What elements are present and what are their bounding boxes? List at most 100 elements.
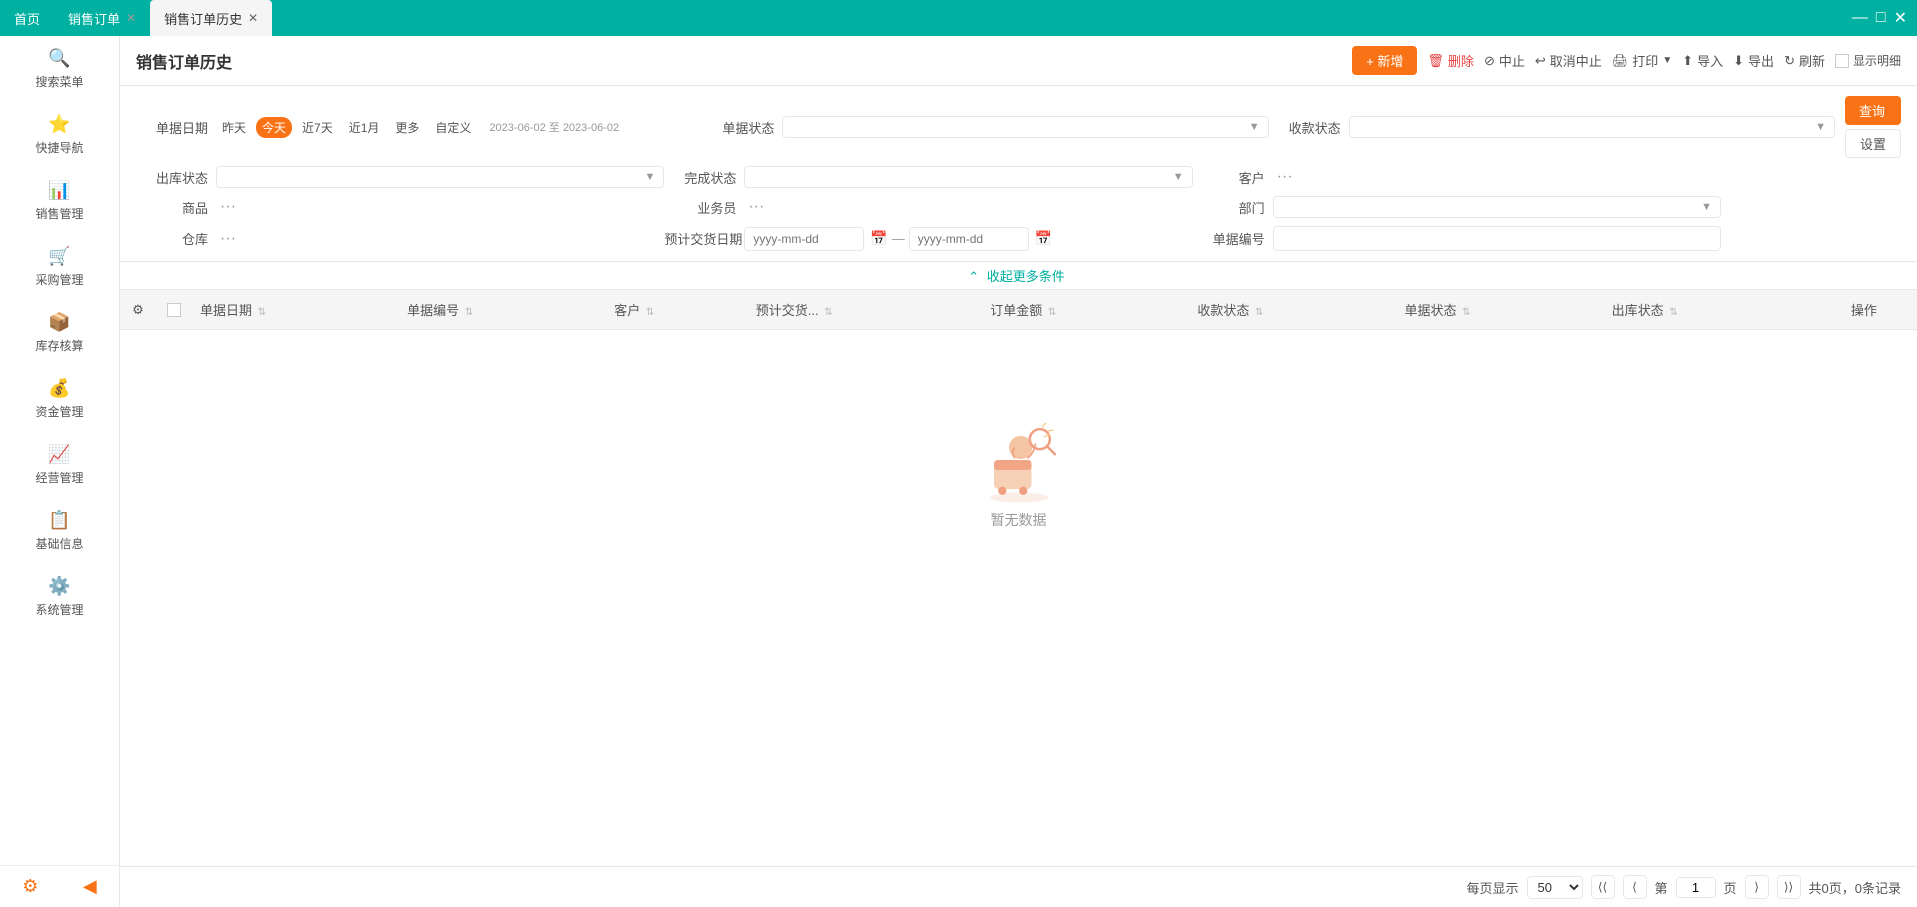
col-payment-status[interactable]: 收款状态 ⇅ bbox=[1189, 290, 1396, 330]
show-detail-checkbox[interactable] bbox=[1835, 54, 1849, 68]
quick-date-today[interactable]: 今天 bbox=[256, 117, 292, 138]
table-settings-icon[interactable]: ⚙ bbox=[132, 302, 144, 317]
import-button[interactable]: ⬆ 导入 bbox=[1682, 51, 1723, 70]
page-title: 销售订单历史 bbox=[136, 49, 232, 73]
quick-nav-icon: ⭐ bbox=[48, 114, 70, 135]
select-all-checkbox[interactable] bbox=[167, 303, 181, 317]
customer-picker[interactable]: ··· bbox=[1277, 168, 1293, 186]
close-window-icon[interactable]: ✕ bbox=[1894, 8, 1907, 28]
filter-order-no: 单据编号 bbox=[1193, 226, 1721, 251]
tab-sales-order[interactable]: 销售订单 ✕ bbox=[54, 0, 150, 36]
minimize-icon[interactable]: — bbox=[1852, 9, 1868, 27]
date-range-display: 2023-06-02 至 2023-06-02 bbox=[489, 119, 619, 135]
sort-customer-icon[interactable]: ⇅ bbox=[646, 307, 654, 318]
stop-button[interactable]: ⊘ 中止 bbox=[1484, 51, 1525, 70]
quick-date-yesterday[interactable]: 昨天 bbox=[216, 117, 252, 138]
purchase-mgmt-icon: 🛒 bbox=[48, 246, 70, 267]
col-delivery[interactable]: 预计交货... ⇅ bbox=[748, 290, 982, 330]
col-date[interactable]: 单据日期 ⇅ bbox=[192, 290, 399, 330]
collapse-bar[interactable]: ⌃ 收起更多条件 bbox=[120, 262, 1917, 290]
new-button[interactable]: + 新增 bbox=[1352, 46, 1417, 75]
calendar-start-icon[interactable]: 📅 bbox=[870, 230, 887, 247]
sort-date-icon[interactable]: ⇅ bbox=[258, 307, 266, 318]
sidebar-item-fund-mgmt[interactable]: 💰 资金管理 bbox=[0, 366, 119, 432]
export-icon: ⬇ bbox=[1733, 53, 1744, 69]
delivery-date-end[interactable] bbox=[909, 227, 1029, 251]
sidebar-item-system-mgmt[interactable]: ⚙️ 系统管理 bbox=[0, 564, 119, 630]
table-settings-col[interactable]: ⚙ bbox=[120, 290, 156, 330]
close-sales-order-tab[interactable]: ✕ bbox=[126, 11, 136, 25]
col-amount-label: 订单金额 bbox=[990, 303, 1042, 318]
print-button[interactable]: 🖨 打印 ▼ bbox=[1612, 51, 1672, 70]
tab-home[interactable]: 首页 bbox=[0, 0, 54, 36]
quick-date-7days[interactable]: 近7天 bbox=[296, 117, 339, 138]
stop-label: 中止 bbox=[1499, 51, 1525, 70]
next-page-button[interactable]: ⟩ bbox=[1745, 875, 1769, 899]
quick-date-custom[interactable]: 自定义 bbox=[429, 117, 477, 138]
quick-date-more[interactable]: 更多 bbox=[389, 117, 425, 138]
col-out-status[interactable]: 出库状态 ⇅ bbox=[1604, 290, 1811, 330]
sort-amount-icon[interactable]: ⇅ bbox=[1048, 307, 1056, 318]
sort-order-status-icon[interactable]: ⇅ bbox=[1462, 307, 1470, 318]
col-date-label: 单据日期 bbox=[200, 303, 252, 318]
delivery-date-start[interactable] bbox=[744, 227, 864, 251]
customer-control: ··· bbox=[1273, 168, 1721, 186]
salesperson-label: 业务员 bbox=[664, 198, 744, 217]
filter-out-status: 出库状态 ▼ bbox=[136, 166, 664, 188]
salesperson-picker[interactable]: ··· bbox=[748, 198, 764, 216]
sidebar-collapse-icon[interactable]: ◀ bbox=[83, 876, 97, 897]
first-page-button[interactable]: ⟨⟨ bbox=[1591, 875, 1615, 899]
sidebar-item-inventory-check[interactable]: 📦 库存核算 bbox=[0, 300, 119, 366]
page-size-select[interactable]: 50 10 20 100 bbox=[1527, 876, 1583, 899]
calendar-end-icon[interactable]: 📅 bbox=[1035, 230, 1052, 247]
sidebar-item-basic-info[interactable]: 📋 基础信息 bbox=[0, 498, 119, 564]
cancel-stop-button[interactable]: ↩ 取消中止 bbox=[1535, 51, 1602, 70]
department-select[interactable]: ▼ bbox=[1273, 196, 1721, 218]
sort-no-icon[interactable]: ⇅ bbox=[465, 307, 473, 318]
col-order-status[interactable]: 单据状态 ⇅ bbox=[1397, 290, 1604, 330]
quick-date-1month[interactable]: 近1月 bbox=[343, 117, 386, 138]
complete-status-arrow: ▼ bbox=[1173, 171, 1184, 183]
tab-sales-order-history[interactable]: 销售订单历史 ✕ bbox=[150, 0, 272, 36]
sidebar-item-quick-nav[interactable]: ⭐ 快捷导航 bbox=[0, 102, 119, 168]
refresh-button[interactable]: ↻ 刷新 bbox=[1784, 51, 1825, 70]
business-mgmt-icon: 📈 bbox=[48, 444, 70, 465]
order-status-select[interactable]: ▼ bbox=[782, 116, 1268, 138]
out-status-select[interactable]: ▼ bbox=[216, 166, 664, 188]
filter-row-3: 商品 ··· 业务员 ··· 部门 ▼ bbox=[136, 196, 1901, 218]
sidebar-item-sales-mgmt[interactable]: 📊 销售管理 bbox=[0, 168, 119, 234]
page-number-input[interactable] bbox=[1676, 877, 1716, 898]
pagination-bar: 每页显示 50 10 20 100 ⟨⟨ ⟨ 第 页 ⟩ ⟩⟩ 共0页，0条记录 bbox=[120, 866, 1917, 907]
col-order-status-label: 单据状态 bbox=[1405, 303, 1457, 318]
export-button[interactable]: ⬇ 导出 bbox=[1733, 51, 1774, 70]
order-status-arrow: ▼ bbox=[1249, 121, 1260, 133]
col-no[interactable]: 单据编号 ⇅ bbox=[399, 290, 606, 330]
sort-delivery-icon[interactable]: ⇅ bbox=[824, 307, 832, 318]
goods-picker[interactable]: ··· bbox=[220, 198, 236, 216]
complete-status-select[interactable]: ▼ bbox=[744, 166, 1192, 188]
order-no-control bbox=[1273, 226, 1721, 251]
order-no-input[interactable] bbox=[1273, 226, 1721, 251]
filter-salesperson: 业务员 ··· bbox=[664, 198, 1192, 217]
query-button[interactable]: 查询 bbox=[1845, 96, 1901, 125]
sort-payment-status-icon[interactable]: ⇅ bbox=[1255, 307, 1263, 318]
col-actions-label: 操作 bbox=[1851, 303, 1877, 318]
settings-button[interactable]: 设置 bbox=[1845, 129, 1901, 158]
table-area: ⚙ 单据日期 ⇅ 单据编号 ⇅ bbox=[120, 290, 1917, 866]
table-checkbox-col[interactable] bbox=[156, 290, 192, 330]
col-amount[interactable]: 订单金额 ⇅ bbox=[982, 290, 1189, 330]
sidebar-item-search-menu[interactable]: 🔍 搜索菜单 bbox=[0, 36, 119, 102]
maximize-icon[interactable]: □ bbox=[1876, 9, 1886, 27]
close-sales-order-history-tab[interactable]: ✕ bbox=[248, 11, 258, 25]
prev-page-button[interactable]: ⟨ bbox=[1623, 875, 1647, 899]
sidebar-settings-icon[interactable]: ⚙ bbox=[22, 876, 38, 897]
delete-button[interactable]: 🗑 删除 bbox=[1427, 51, 1474, 70]
warehouse-picker[interactable]: ··· bbox=[220, 230, 236, 248]
last-page-button[interactable]: ⟩⟩ bbox=[1777, 875, 1801, 899]
sidebar-item-purchase-mgmt[interactable]: 🛒 采购管理 bbox=[0, 234, 119, 300]
payment-status-select[interactable]: ▼ bbox=[1349, 116, 1835, 138]
sidebar-item-business-mgmt[interactable]: 📈 经营管理 bbox=[0, 432, 119, 498]
col-customer[interactable]: 客户 ⇅ bbox=[606, 290, 747, 330]
sort-out-status-icon[interactable]: ⇅ bbox=[1669, 307, 1677, 318]
payment-status-arrow: ▼ bbox=[1815, 121, 1826, 133]
